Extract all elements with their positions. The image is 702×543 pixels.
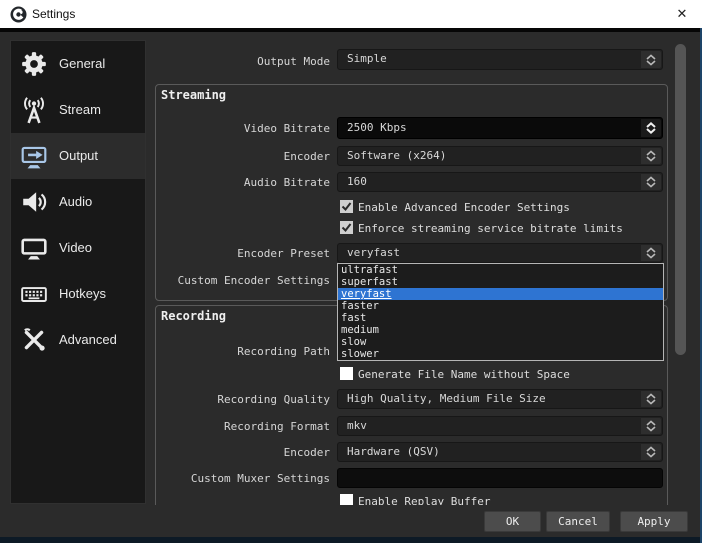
recording-format-value: mkv: [347, 419, 367, 432]
stepper-icon[interactable]: [641, 174, 661, 190]
settings-scroll-area: Output Mode Simple Streaming Video Bitra…: [148, 32, 672, 505]
gear-icon: [22, 52, 46, 76]
recording-quality-label: Recording Quality: [217, 393, 330, 406]
speaker-icon: [23, 192, 47, 212]
video-bitrate-input[interactable]: 2500 Kbps: [337, 117, 663, 139]
recording-encoder-label: Encoder: [283, 446, 330, 459]
preset-option[interactable]: medium: [338, 324, 663, 336]
advanced-encoder-checkbox-label: Enable Advanced Encoder Settings: [358, 201, 570, 214]
stepper-icon[interactable]: [641, 148, 661, 164]
custom-muxer-input[interactable]: [337, 468, 663, 488]
custom-encoder-settings-label: Custom Encoder Settings: [177, 274, 330, 287]
audio-bitrate-value: 160: [347, 175, 367, 188]
cancel-button[interactable]: Cancel: [546, 511, 610, 532]
sidebar-item-audio[interactable]: Audio: [11, 179, 145, 225]
obs-logo-icon: [10, 6, 27, 23]
encoder-preset-select[interactable]: veryfast: [337, 243, 663, 263]
output-mode-value: Simple: [347, 52, 387, 65]
preset-option[interactable]: ultrafast: [338, 264, 663, 276]
generate-filename-checkbox-label: Generate File Name without Space: [358, 368, 570, 381]
encoder-preset-value: veryfast: [347, 246, 400, 259]
stepper-icon[interactable]: [641, 418, 661, 434]
sidebar-item-output[interactable]: Output: [11, 133, 145, 179]
ok-button[interactable]: OK: [484, 511, 541, 532]
sidebar-item-label: Stream: [59, 102, 101, 117]
recording-format-label: Recording Format: [224, 420, 330, 433]
sidebar-item-label: General: [59, 56, 106, 71]
preset-dropdown: ultrafast superfast veryfast faster fast medi…: [337, 263, 664, 361]
video-bitrate-value: 2500 Kbps: [347, 121, 407, 134]
preset-option[interactable]: fast: [338, 312, 663, 324]
recording-quality-value: High Quality, Medium File Size: [347, 392, 546, 405]
sidebar-item-label: Hotkeys: [59, 286, 106, 301]
replay-buffer-checkbox[interactable]: [340, 494, 353, 505]
advanced-encoder-checkbox[interactable]: [340, 200, 353, 213]
sidebar-item-label: Video: [59, 240, 93, 255]
stepper-icon[interactable]: [641, 444, 661, 460]
enforce-bitrate-checkbox[interactable]: [340, 221, 353, 234]
sidebar-item-general[interactable]: General: [11, 41, 145, 87]
sidebar-item-label: Output: [59, 148, 99, 163]
stream-encoder-label: Encoder: [283, 150, 330, 163]
stepper-icon[interactable]: [641, 391, 661, 407]
preset-option[interactable]: superfast: [338, 276, 663, 288]
settings-window: Settings ✕ General Stream Output Audio V…: [0, 0, 702, 543]
recording-path-label: Recording Path: [237, 345, 330, 358]
preset-option[interactable]: slow: [338, 336, 663, 348]
title-bar: Settings ✕: [0, 0, 702, 28]
monitor-icon: [21, 238, 47, 260]
sidebar-item-hotkeys[interactable]: Hotkeys: [11, 271, 145, 317]
window-border-bottom: [0, 537, 702, 543]
audio-bitrate-label: Audio Bitrate: [243, 176, 330, 189]
stepper-icon[interactable]: [641, 119, 661, 137]
custom-muxer-label: Custom Muxer Settings: [190, 472, 330, 485]
apply-button[interactable]: Apply: [620, 511, 688, 532]
stream-encoder-value: Software (x264): [347, 149, 447, 162]
settings-sidebar: General Stream Output Audio Video Hotkey…: [10, 40, 146, 504]
recording-format-select[interactable]: mkv: [337, 416, 663, 436]
keyboard-icon: [21, 287, 47, 302]
sidebar-item-label: Advanced: [59, 332, 117, 347]
recording-encoder-value: Hardware (QSV): [347, 445, 440, 458]
recording-encoder-select[interactable]: Hardware (QSV): [337, 442, 663, 462]
recording-group-title: Recording: [161, 309, 227, 323]
stream-encoder-select[interactable]: Software (x264): [337, 146, 663, 166]
scrollbar-thumb[interactable]: [675, 44, 686, 355]
output-mode-select[interactable]: Simple: [337, 49, 663, 70]
preset-option[interactable]: slower: [338, 348, 663, 360]
recording-quality-select[interactable]: High Quality, Medium File Size: [337, 389, 663, 409]
preset-option[interactable]: veryfast: [338, 288, 663, 300]
window-title: Settings: [32, 7, 76, 21]
sidebar-item-label: Audio: [59, 194, 93, 209]
tools-icon: [24, 328, 45, 351]
sidebar-item-stream[interactable]: Stream: [11, 87, 145, 133]
output-mode-label: Output Mode: [257, 55, 330, 68]
audio-bitrate-select[interactable]: 160: [337, 172, 663, 192]
sidebar-item-video[interactable]: Video: [11, 225, 145, 271]
preset-option[interactable]: faster: [338, 300, 663, 312]
monitor-arrow-icon: [21, 146, 47, 169]
broadcast-icon: [24, 97, 44, 124]
stepper-icon[interactable]: [641, 51, 661, 68]
enforce-bitrate-checkbox-label: Enforce streaming service bitrate limits: [358, 222, 623, 235]
video-bitrate-label: Video Bitrate: [243, 122, 330, 135]
replay-buffer-checkbox-label: Enable Replay Buffer: [358, 495, 491, 505]
encoder-preset-label: Encoder Preset: [237, 247, 330, 260]
streaming-group-title: Streaming: [161, 88, 227, 102]
stepper-icon[interactable]: [641, 245, 661, 261]
close-icon[interactable]: ✕: [670, 4, 694, 24]
generate-filename-checkbox[interactable]: [340, 367, 353, 380]
sidebar-item-advanced[interactable]: Advanced: [11, 317, 145, 363]
